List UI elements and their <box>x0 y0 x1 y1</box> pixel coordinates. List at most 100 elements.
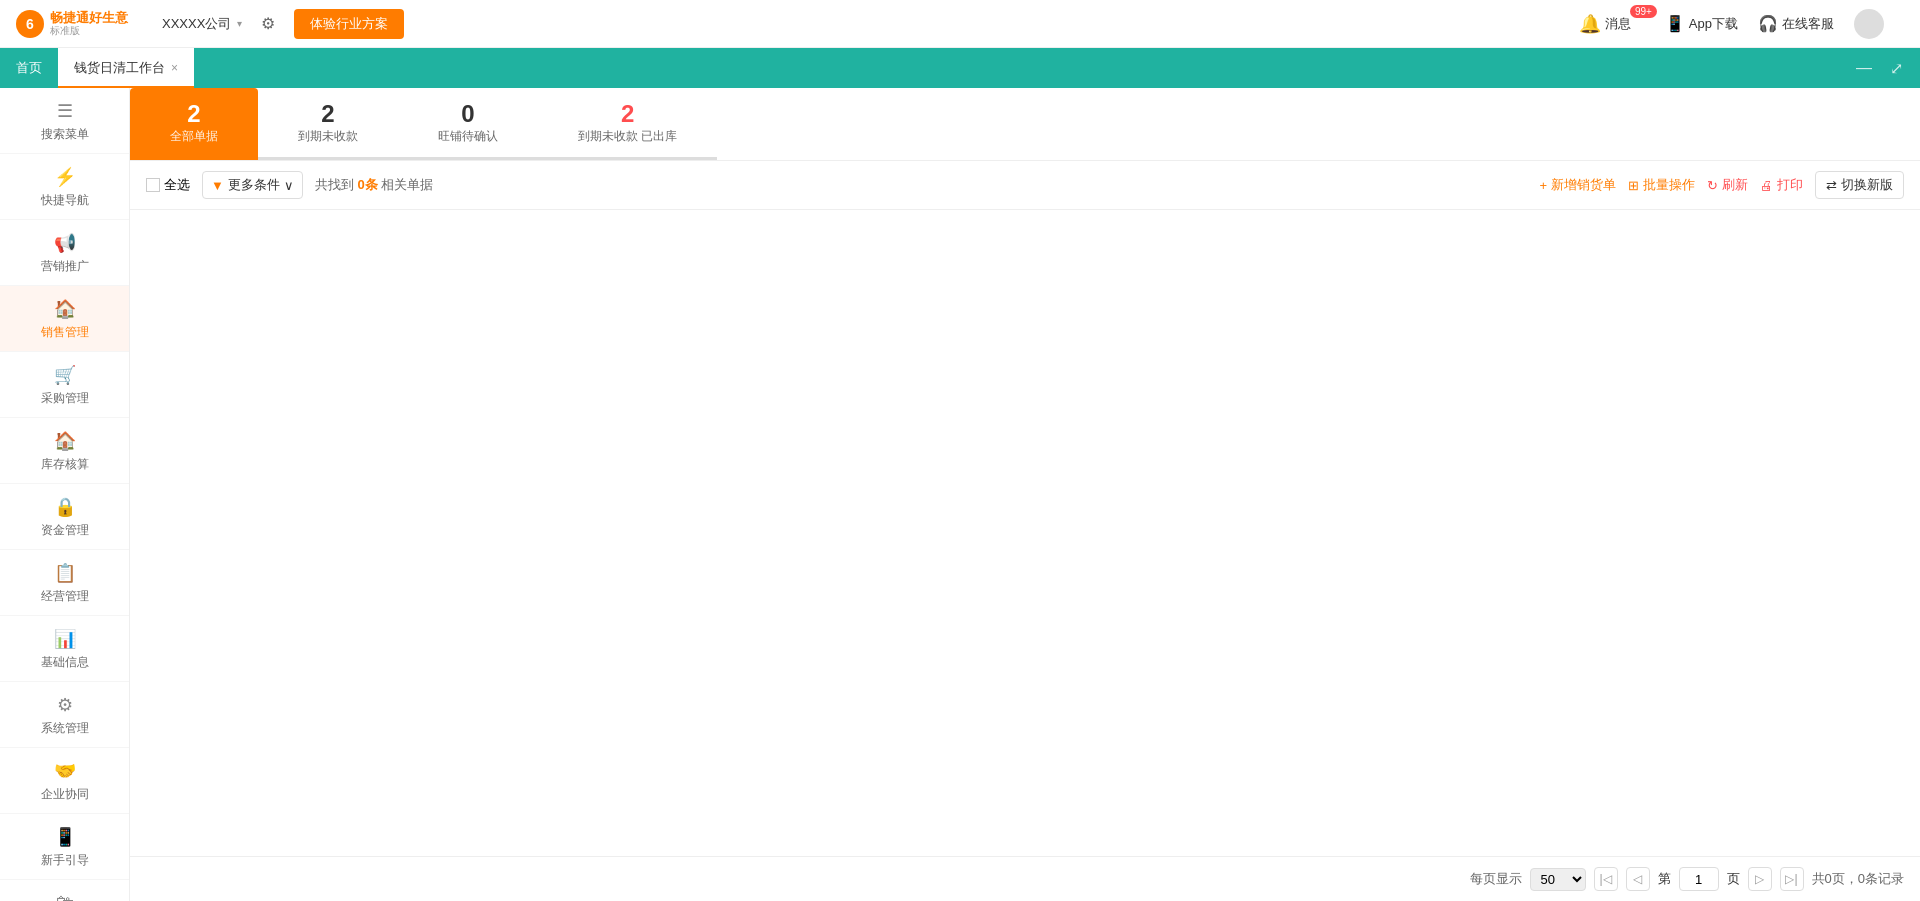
app-download-label: App下载 <box>1689 15 1738 33</box>
message-badge: 99+ <box>1630 5 1657 18</box>
print-label: 打印 <box>1777 176 1803 194</box>
select-all-checkbox[interactable]: 全选 <box>146 176 190 194</box>
toolbar-right: + 新增销货单 ⊞ 批量操作 ↻ 刷新 🖨 打印 ⇄ 切换新版 <box>1539 171 1904 199</box>
system-icon: ⚙ <box>57 694 73 716</box>
tab-close-icon[interactable]: × <box>171 61 178 75</box>
refresh-button[interactable]: ↻ 刷新 <box>1707 176 1748 194</box>
company-selector[interactable]: XXXXX公司 ▾ <box>162 15 242 33</box>
page-size-select[interactable]: 50 100 200 <box>1530 868 1586 891</box>
quick-nav-icon: ⚡ <box>54 166 76 188</box>
top-header: 6 畅捷通好生意 标准版 XXXXX公司 ▾ ⚙ 体验行业方案 🔔 消息 99+… <box>0 0 1920 48</box>
filter-icon: ▼ <box>211 178 224 193</box>
stat-tab-all[interactable]: 2 全部单据 <box>130 88 258 160</box>
logo-text-area: 畅捷通好生意 标准版 <box>50 10 128 38</box>
stat-tab-pending-count: 0 <box>461 100 474 128</box>
stat-tab-all-label: 全部单据 <box>170 128 218 145</box>
next-page-button[interactable]: ▷ <box>1748 867 1772 891</box>
user-avatar[interactable] <box>1854 9 1884 39</box>
switch-version-button[interactable]: ⇄ 切换新版 <box>1815 171 1904 199</box>
settings-button[interactable]: ⚙ <box>254 10 282 38</box>
sidebar-item-search[interactable]: ☰ 搜索菜单 <box>0 88 129 154</box>
message-label: 消息 <box>1605 15 1631 33</box>
stat-tab-pending[interactable]: 0 旺铺待确认 <box>398 88 538 160</box>
first-page-button[interactable]: |◁ <box>1594 867 1618 891</box>
sidebar-item-purchase[interactable]: 🛒 采购管理 <box>0 352 129 418</box>
finance-icon: 🔒 <box>54 496 76 518</box>
operation-icon: 📋 <box>54 562 76 584</box>
tab-home-label: 首页 <box>16 59 42 77</box>
refresh-icon: ↻ <box>1707 178 1718 193</box>
sidebar-item-cooperation-label: 企业协同 <box>41 786 89 803</box>
sidebar-item-search-label: 搜索菜单 <box>41 126 89 143</box>
logo-icon: 6 <box>16 10 44 38</box>
filter-label: 更多条件 <box>228 176 280 194</box>
main-layout: ☰ 搜索菜单 ⚡ 快捷导航 📢 营销推广 🏠 销售管理 🛒 采购管理 🏠 库存核… <box>0 88 1920 901</box>
sidebar-item-quick-nav[interactable]: ⚡ 快捷导航 <box>0 154 129 220</box>
online-service-item[interactable]: 🎧 在线客服 <box>1758 14 1834 33</box>
app-center-icon: 🛍 <box>56 892 74 901</box>
nav-tabs-bar: 首页 钱货日清工作台 × — ⤢ <box>0 48 1920 88</box>
page-label: 第 <box>1658 870 1671 888</box>
tab-minimize-button[interactable]: — <box>1852 56 1876 80</box>
nav-tabs-right: — ⤢ <box>1852 56 1920 80</box>
sidebar-item-purchase-label: 采购管理 <box>41 390 89 407</box>
sidebar-item-base-info-label: 基础信息 <box>41 654 89 671</box>
print-icon: 🖨 <box>1760 178 1773 193</box>
sidebar-item-operation-label: 经营管理 <box>41 588 89 605</box>
tab-workbench[interactable]: 钱货日清工作台 × <box>58 48 194 88</box>
add-icon: + <box>1539 178 1547 193</box>
sidebar-item-cooperation[interactable]: 🤝 企业协同 <box>0 748 129 814</box>
stat-tab-overdue-label: 到期未收款 <box>298 128 358 145</box>
sidebar-item-quick-nav-label: 快捷导航 <box>41 192 89 209</box>
sidebar-item-sales[interactable]: 🏠 销售管理 <box>0 286 129 352</box>
sidebar-item-finance[interactable]: 🔒 资金管理 <box>0 484 129 550</box>
stat-tab-unshipped[interactable]: 2 到期未收款 已出库 <box>538 88 717 160</box>
checkbox-input[interactable] <box>146 178 160 192</box>
tab-maximize-button[interactable]: ⤢ <box>1884 56 1908 80</box>
sidebar-item-system-label: 系统管理 <box>41 720 89 737</box>
online-service-label: 在线客服 <box>1782 15 1834 33</box>
filter-chevron-icon: ∨ <box>284 178 294 193</box>
message-item[interactable]: 🔔 消息 99+ <box>1579 13 1645 35</box>
sidebar-item-base-info[interactable]: 📊 基础信息 <box>0 616 129 682</box>
sidebar-item-guide-label: 新手引导 <box>41 852 89 869</box>
company-name: XXXXX公司 <box>162 15 231 33</box>
logo-badge: 标准版 <box>50 25 128 37</box>
marketing-icon: 📢 <box>54 232 76 254</box>
page-input[interactable] <box>1679 867 1719 891</box>
filter-button[interactable]: ▼ 更多条件 ∨ <box>202 171 303 199</box>
add-sales-order-button[interactable]: + 新增销货单 <box>1539 176 1616 194</box>
table-content-area <box>130 210 1920 856</box>
sidebar-item-system[interactable]: ⚙ 系统管理 <box>0 682 129 748</box>
stat-tab-unshipped-label: 到期未收款 已出库 <box>578 128 677 145</box>
inventory-icon: 🏠 <box>54 430 76 452</box>
sidebar-item-sales-label: 销售管理 <box>41 324 89 341</box>
sidebar-item-inventory[interactable]: 🏠 库存核算 <box>0 418 129 484</box>
sidebar: ☰ 搜索菜单 ⚡ 快捷导航 📢 营销推广 🏠 销售管理 🛒 采购管理 🏠 库存核… <box>0 88 130 901</box>
stat-tab-overdue-count: 2 <box>321 100 334 128</box>
stats-tabs: 2 全部单据 2 到期未收款 0 旺铺待确认 2 到期未收款 已出库 <box>130 88 1920 161</box>
sidebar-item-app-center[interactable]: 🛍 应用中心 <box>0 880 129 901</box>
stat-tab-overdue[interactable]: 2 到期未收款 <box>258 88 398 160</box>
message-icon: 🔔 <box>1579 13 1601 35</box>
batch-operation-button[interactable]: ⊞ 批量操作 <box>1628 176 1695 194</box>
content-area: 2 全部单据 2 到期未收款 0 旺铺待确认 2 到期未收款 已出库 全选 <box>130 88 1920 901</box>
last-page-button[interactable]: ▷| <box>1780 867 1804 891</box>
sidebar-item-guide[interactable]: 📱 新手引导 <box>0 814 129 880</box>
app-download-item[interactable]: 📱 App下载 <box>1665 14 1738 33</box>
found-count: 0条 <box>358 177 382 192</box>
sidebar-item-operation[interactable]: 📋 经营管理 <box>0 550 129 616</box>
experience-button[interactable]: 体验行业方案 <box>294 9 404 39</box>
prev-page-button[interactable]: ◁ <box>1626 867 1650 891</box>
tab-workbench-label: 钱货日清工作台 <box>74 59 165 77</box>
switch-label: 切换新版 <box>1841 176 1893 194</box>
toolbar-left: 全选 ▼ 更多条件 ∨ 共找到 0条 相关单据 <box>146 171 1527 199</box>
guide-icon: 📱 <box>54 826 76 848</box>
tab-home[interactable]: 首页 <box>0 48 58 88</box>
sidebar-item-marketing[interactable]: 📢 营销推广 <box>0 220 129 286</box>
app-download-icon: 📱 <box>1665 14 1685 33</box>
sales-icon: 🏠 <box>54 298 76 320</box>
stat-tab-unshipped-count: 2 <box>621 100 634 128</box>
base-info-icon: 📊 <box>54 628 76 650</box>
print-button[interactable]: 🖨 打印 <box>1760 176 1803 194</box>
